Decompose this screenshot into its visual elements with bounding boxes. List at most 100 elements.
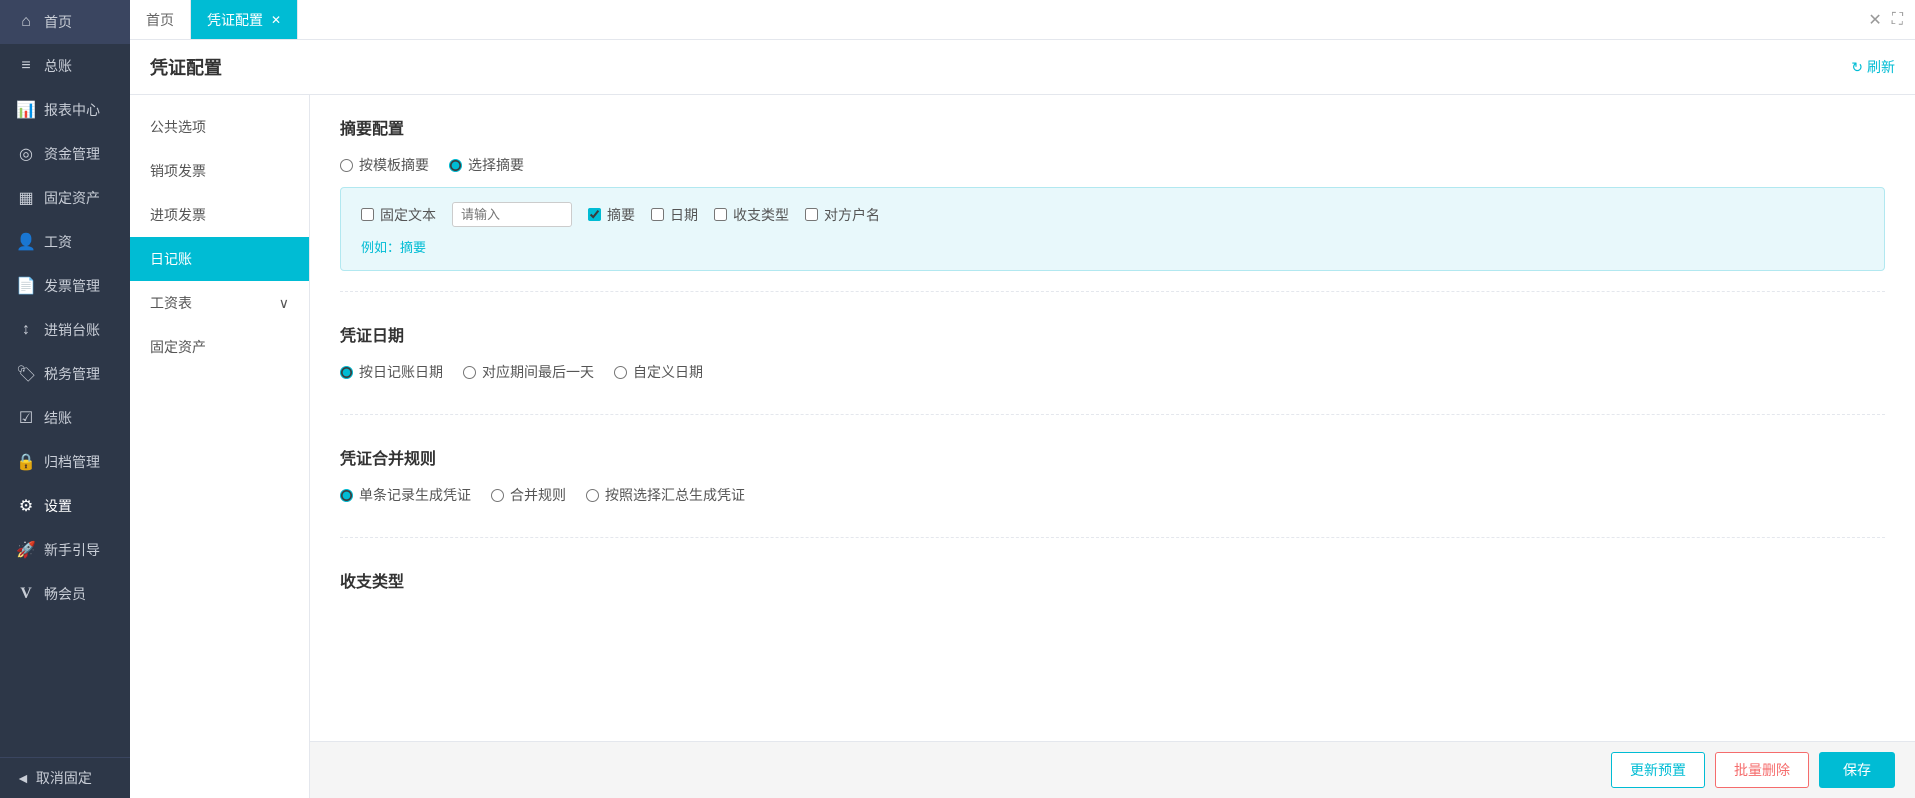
sidebar-item-reports-label: 报表中心 (44, 100, 100, 120)
radio-by-journal-date[interactable]: 按日记账日期 (340, 362, 443, 382)
reports-icon: 📊 (16, 100, 36, 120)
archive-icon: 🔒 (16, 452, 36, 472)
voucher-date-section: 凭证日期 按日记账日期 对应期间最后一天 (340, 322, 1885, 415)
content-area: 凭证配置 ↻ 刷新 公共选项 销项发票 进项发票 日记账 (130, 40, 1915, 798)
cb-date[interactable]: 日期 (651, 205, 698, 225)
summary-config-title: 摘要配置 (340, 115, 1885, 139)
merge-rules-radio-group: 单条记录生成凭证 合并规则 按照选择汇总生成凭证 (340, 485, 1885, 505)
window-resize-icon[interactable]: ⛶ (1892, 11, 1903, 29)
sidebar-item-payroll-label: 工资 (44, 232, 72, 252)
radio-merge-rules-label: 合并规则 (510, 485, 566, 505)
sidebar-item-settings[interactable]: ⚙ 设置 (0, 484, 130, 528)
receipt-type-title: 收支类型 (340, 568, 1885, 592)
payroll-icon: 👤 (16, 232, 36, 252)
sidebar-item-reports[interactable]: 📊 报表中心 (0, 88, 130, 132)
cb-type[interactable]: 收支类型 (714, 205, 789, 225)
update-preview-button[interactable]: 更新预置 (1611, 752, 1705, 788)
radio-single-record-input[interactable] (340, 489, 353, 502)
radio-select-summary-input[interactable] (449, 159, 462, 172)
sidebar-item-home[interactable]: ⌂ 首页 (0, 0, 130, 44)
sidebar-nav: ⌂ 首页 ≡ 总账 📊 报表中心 ◎ 资金管理 ▦ 固定资产 👤 工资 📄 发票… (0, 0, 130, 757)
sidebar-item-closing[interactable]: ☑ 结账 (0, 396, 130, 440)
tab-home[interactable]: 首页 (130, 0, 191, 39)
radio-select-summary[interactable]: 选择摘要 (449, 155, 524, 175)
cb-fixed-text[interactable]: 固定文本 (361, 205, 436, 225)
fixed-text-input[interactable] (452, 202, 572, 227)
sidebar-item-payroll[interactable]: 👤 工资 (0, 220, 130, 264)
left-nav-item-payroll-table[interactable]: 工资表 ∨ (130, 281, 309, 325)
sidebar-item-ledger-label: 总账 (44, 56, 72, 76)
example-text: 例如：摘要 (361, 237, 1864, 256)
tab-close-icon[interactable]: ✕ (271, 13, 281, 27)
left-nav-item-public[interactable]: 公共选项 (130, 105, 309, 149)
sidebar-item-tax-label: 税务管理 (44, 364, 100, 384)
tab-bar: 首页 凭证配置 ✕ ✕ ⛶ (130, 0, 1915, 40)
left-arrow-icon: ◄ (16, 770, 30, 786)
vip-icon: V (16, 585, 36, 603)
refresh-icon: ↻ (1851, 59, 1863, 76)
refresh-button[interactable]: ↻ 刷新 (1851, 57, 1895, 77)
sidebar-item-archive[interactable]: 🔒 归档管理 (0, 440, 130, 484)
left-nav-payroll-table-label: 工资表 (150, 293, 192, 313)
left-nav-item-journal[interactable]: 日记账 (130, 237, 309, 281)
sidebar-item-funds[interactable]: ◎ 资金管理 (0, 132, 130, 176)
cb-summary[interactable]: 摘要 (588, 205, 635, 225)
sidebar-item-invoices-label: 发票管理 (44, 276, 100, 296)
cb-date-label: 日期 (670, 205, 698, 225)
radio-single-record[interactable]: 单条记录生成凭证 (340, 485, 471, 505)
left-nav-item-fixed-assets[interactable]: 固定资产 (130, 325, 309, 369)
sidebar-item-ledger[interactable]: ≡ 总账 (0, 44, 130, 88)
save-button[interactable]: 保存 (1819, 752, 1895, 788)
sidebar-item-vip[interactable]: V 畅会员 (0, 572, 130, 616)
left-nav-purchase-invoice-label: 进项发票 (150, 205, 206, 225)
cb-type-input[interactable] (714, 208, 727, 221)
left-nav: 公共选项 销项发票 进项发票 日记账 工资表 ∨ 固定资产 (130, 95, 310, 798)
cb-counterpart-input[interactable] (805, 208, 818, 221)
bottom-action-bar: 更新预置 批量删除 保存 (310, 741, 1915, 798)
left-nav-item-sales-invoice[interactable]: 销项发票 (130, 149, 309, 193)
page-header: 凭证配置 ↻ 刷新 (130, 40, 1915, 95)
merge-rules-section: 凭证合并规则 单条记录生成凭证 合并规则 (340, 445, 1885, 538)
sidebar-item-tax[interactable]: 🏷 税务管理 (0, 352, 130, 396)
radio-batch-generate[interactable]: 按照选择汇总生成凭证 (586, 485, 745, 505)
radio-by-journal-date-label: 按日记账日期 (359, 362, 443, 382)
radio-custom-date[interactable]: 自定义日期 (614, 362, 703, 382)
radio-template-summary[interactable]: 按模板摘要 (340, 155, 429, 175)
summary-config-radio-group: 按模板摘要 选择摘要 (340, 155, 1885, 175)
sidebar-item-guide[interactable]: 🚀 新手引导 (0, 528, 130, 572)
radio-custom-date-label: 自定义日期 (633, 362, 703, 382)
window-controls: ✕ ⛶ (1868, 10, 1915, 30)
cb-counterpart-label: 对方户名 (824, 205, 880, 225)
radio-custom-date-input[interactable] (614, 366, 627, 379)
left-nav-item-purchase-invoice[interactable]: 进项发票 (130, 193, 309, 237)
cb-counterpart[interactable]: 对方户名 (805, 205, 880, 225)
home-icon: ⌂ (16, 13, 36, 31)
ledger-icon: ≡ (16, 57, 36, 75)
sidebar-unpin-button[interactable]: ◄ 取消固定 (0, 757, 130, 798)
radio-by-last-day[interactable]: 对应期间最后一天 (463, 362, 594, 382)
batch-delete-button[interactable]: 批量删除 (1715, 752, 1809, 788)
sidebar-item-purchase-sales-label: 进销台账 (44, 320, 100, 340)
sidebar-item-archive-label: 归档管理 (44, 452, 100, 472)
purchase-sales-icon: ↕ (16, 321, 36, 339)
radio-merge-rules[interactable]: 合并规则 (491, 485, 566, 505)
summary-config-box: 固定文本 摘要 日期 (340, 187, 1885, 271)
sidebar-item-purchase-sales[interactable]: ↕ 进销台账 (0, 308, 130, 352)
tab-voucher-config[interactable]: 凭证配置 ✕ (191, 0, 298, 39)
cb-fixed-text-label: 固定文本 (380, 205, 436, 225)
radio-select-summary-label: 选择摘要 (468, 155, 524, 175)
cb-type-label: 收支类型 (733, 205, 789, 225)
radio-merge-rules-input[interactable] (491, 489, 504, 502)
cb-fixed-text-input[interactable] (361, 208, 374, 221)
radio-by-journal-date-input[interactable] (340, 366, 353, 379)
window-close-icon[interactable]: ✕ (1868, 10, 1881, 30)
radio-template-summary-input[interactable] (340, 159, 353, 172)
left-nav-fixed-assets-label: 固定资产 (150, 337, 206, 357)
sidebar-item-assets[interactable]: ▦ 固定资产 (0, 176, 130, 220)
cb-date-input[interactable] (651, 208, 664, 221)
cb-summary-input[interactable] (588, 208, 601, 221)
radio-by-last-day-input[interactable] (463, 366, 476, 379)
radio-batch-generate-input[interactable] (586, 489, 599, 502)
left-nav-sales-invoice-label: 销项发票 (150, 161, 206, 181)
sidebar-item-invoices[interactable]: 📄 发票管理 (0, 264, 130, 308)
